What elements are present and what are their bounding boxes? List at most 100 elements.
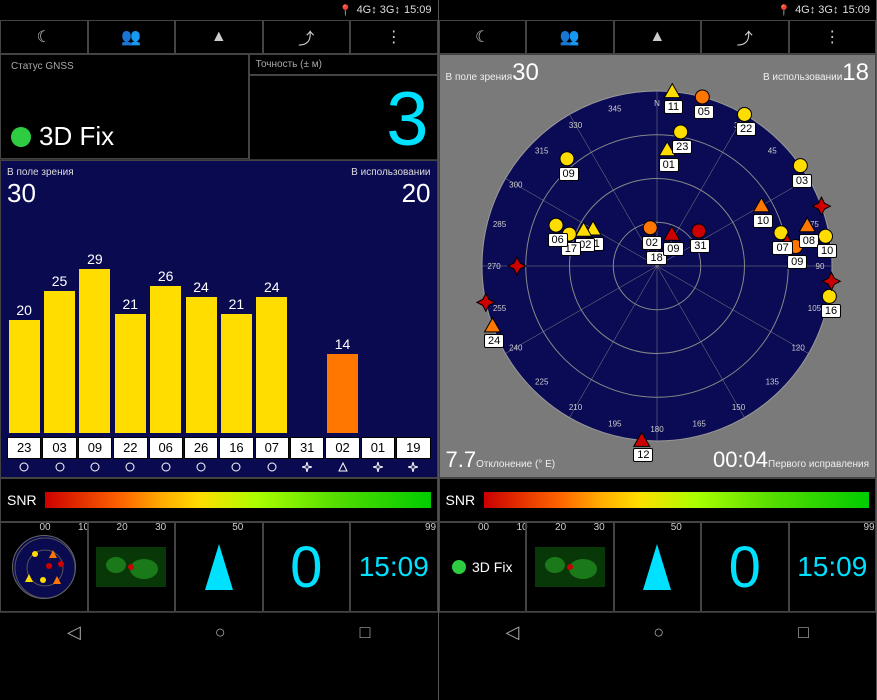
sat-shape-07: [255, 461, 289, 473]
svg-text:150: 150: [732, 403, 746, 412]
svg-text:180: 180: [651, 425, 665, 434]
compass-cell[interactable]: [175, 522, 263, 612]
sat-id-06: 06: [149, 437, 183, 459]
gnss-status-dot: [11, 127, 31, 147]
fix-status-cell[interactable]: 3D Fix: [439, 522, 527, 612]
tab-moon[interactable]: ☾: [0, 20, 88, 54]
sat-label-03: 03: [792, 174, 812, 188]
sat-id-02: 02: [325, 437, 359, 459]
sky-radar[interactable]: В поле зрения30 В использовании18 N15304…: [439, 54, 877, 478]
tab-people[interactable]: 👥: [526, 20, 614, 54]
in-view-label: В поле зрения: [7, 167, 74, 178]
deviation-value: 7.7: [446, 447, 477, 472]
snr-bar-chart[interactable]: В поле зрения 30 В использовании 20 2025…: [0, 160, 438, 478]
people-icon: 👥: [560, 27, 580, 47]
sat-shape-06: [149, 461, 183, 473]
bar-07: 24: [255, 297, 289, 433]
bottom-row-left: 0 15:09: [0, 522, 438, 612]
svg-text:120: 120: [792, 344, 806, 353]
nav-recent[interactable]: □: [798, 622, 809, 643]
tab-arrow[interactable]: ▲: [614, 20, 702, 54]
sat-label-08: 08: [799, 234, 819, 248]
sat-label-16: 16: [821, 304, 841, 318]
nav-recent[interactable]: □: [360, 622, 371, 643]
nav-back[interactable]: ◁: [505, 622, 519, 643]
mini-radar-cell[interactable]: [0, 522, 88, 612]
svg-text:135: 135: [766, 377, 780, 386]
sat-label-11: 11: [664, 100, 683, 114]
tab-people[interactable]: 👥: [88, 20, 176, 54]
sat-label-07: 07: [772, 241, 792, 255]
first-fix-label: Первого исправления: [768, 459, 869, 470]
time-value: 15:09: [797, 551, 867, 583]
world-map-cell[interactable]: [526, 522, 614, 612]
bar-02: 14: [325, 354, 359, 433]
sat-shape-09: [78, 461, 112, 473]
nav-home[interactable]: ○: [653, 622, 664, 643]
sat-id-22: 22: [113, 437, 147, 459]
tab-moon[interactable]: ☾: [439, 20, 527, 54]
speed-value: 0: [290, 534, 322, 601]
svg-text:105: 105: [808, 304, 822, 313]
sat-label-10: 10: [753, 214, 773, 228]
sat-label-06: 06: [548, 233, 568, 247]
in-use-value: 20: [402, 178, 431, 209]
tab-arrow[interactable]: ▲: [175, 20, 263, 54]
bar-26: 24: [184, 297, 218, 433]
sat-shape-23: [7, 461, 41, 473]
sat-label-10: 10: [817, 244, 837, 258]
compass-icon: [643, 544, 671, 590]
accuracy-box[interactable]: Точность (± м) 3: [249, 54, 438, 159]
tab-menu[interactable]: ⋮: [350, 20, 438, 54]
world-map-icon: [96, 547, 166, 587]
first-fix-value: 00:04: [713, 447, 768, 472]
svg-text:255: 255: [493, 304, 507, 313]
status-bar-right: 📍 4G↕ 3G↕ 15:09: [439, 0, 877, 20]
svg-text:300: 300: [509, 181, 523, 190]
tab-share[interactable]: ⤴: [701, 20, 789, 54]
deviation-label: Отклонение (° E): [476, 459, 555, 470]
sat-label-23: 23: [672, 140, 692, 154]
compass-cell[interactable]: [614, 522, 702, 612]
sat-shape-31: [290, 461, 324, 473]
tabs-right: ☾ 👥 ▲ ⤴ ⋮: [439, 20, 877, 54]
snr-label: SNR: [7, 492, 37, 508]
right-pane: 📍 4G↕ 3G↕ 15:09 ☾ 👥 ▲ ⤴ ⋮ В поле зрения3…: [439, 0, 877, 700]
sat-label-01: 01: [659, 158, 679, 172]
nav-home[interactable]: ○: [215, 622, 226, 643]
sat-label-24: 24: [484, 334, 504, 348]
sat-shape-02: [325, 461, 359, 473]
time-value: 15:09: [359, 551, 429, 583]
compass-icon: [205, 544, 233, 590]
menu-icon: ⋮: [386, 27, 402, 47]
sat-label-09: 09: [559, 167, 579, 181]
speed-value: 0: [729, 534, 761, 601]
location-icon: 📍: [339, 4, 353, 17]
bar-09: 29: [78, 269, 112, 433]
world-map-cell[interactable]: [88, 522, 176, 612]
time-cell[interactable]: 15:09: [350, 522, 438, 612]
in-view-value: 30: [7, 178, 74, 209]
sat-label-31: 31: [690, 239, 710, 253]
svg-text:90: 90: [816, 262, 825, 271]
sat-shape-03: [42, 461, 76, 473]
svg-text:315: 315: [535, 147, 549, 156]
sat-id-01: 01: [361, 437, 395, 459]
summary-row: Статус GNSS 3D Fix Точность (± м) 3: [0, 54, 438, 160]
gnss-status-box[interactable]: Статус GNSS 3D Fix: [0, 54, 249, 159]
time-cell[interactable]: 15:09: [789, 522, 877, 612]
svg-text:195: 195: [608, 419, 622, 428]
sat-id-23: 23: [7, 437, 41, 459]
svg-text:240: 240: [509, 344, 523, 353]
sat-label-09: 09: [787, 255, 807, 269]
tab-menu[interactable]: ⋮: [789, 20, 877, 54]
mini-radar-icon: [12, 535, 76, 599]
sat-shape-22: [113, 461, 147, 473]
tab-share[interactable]: ⤴: [263, 20, 351, 54]
bar-06: 26: [149, 286, 183, 433]
gnss-status-value: 3D Fix: [39, 121, 114, 152]
signal-text: 4G↕ 3G↕: [357, 4, 400, 16]
nav-back[interactable]: ◁: [67, 622, 81, 643]
speed-cell[interactable]: 0: [263, 522, 351, 612]
speed-cell[interactable]: 0: [701, 522, 789, 612]
